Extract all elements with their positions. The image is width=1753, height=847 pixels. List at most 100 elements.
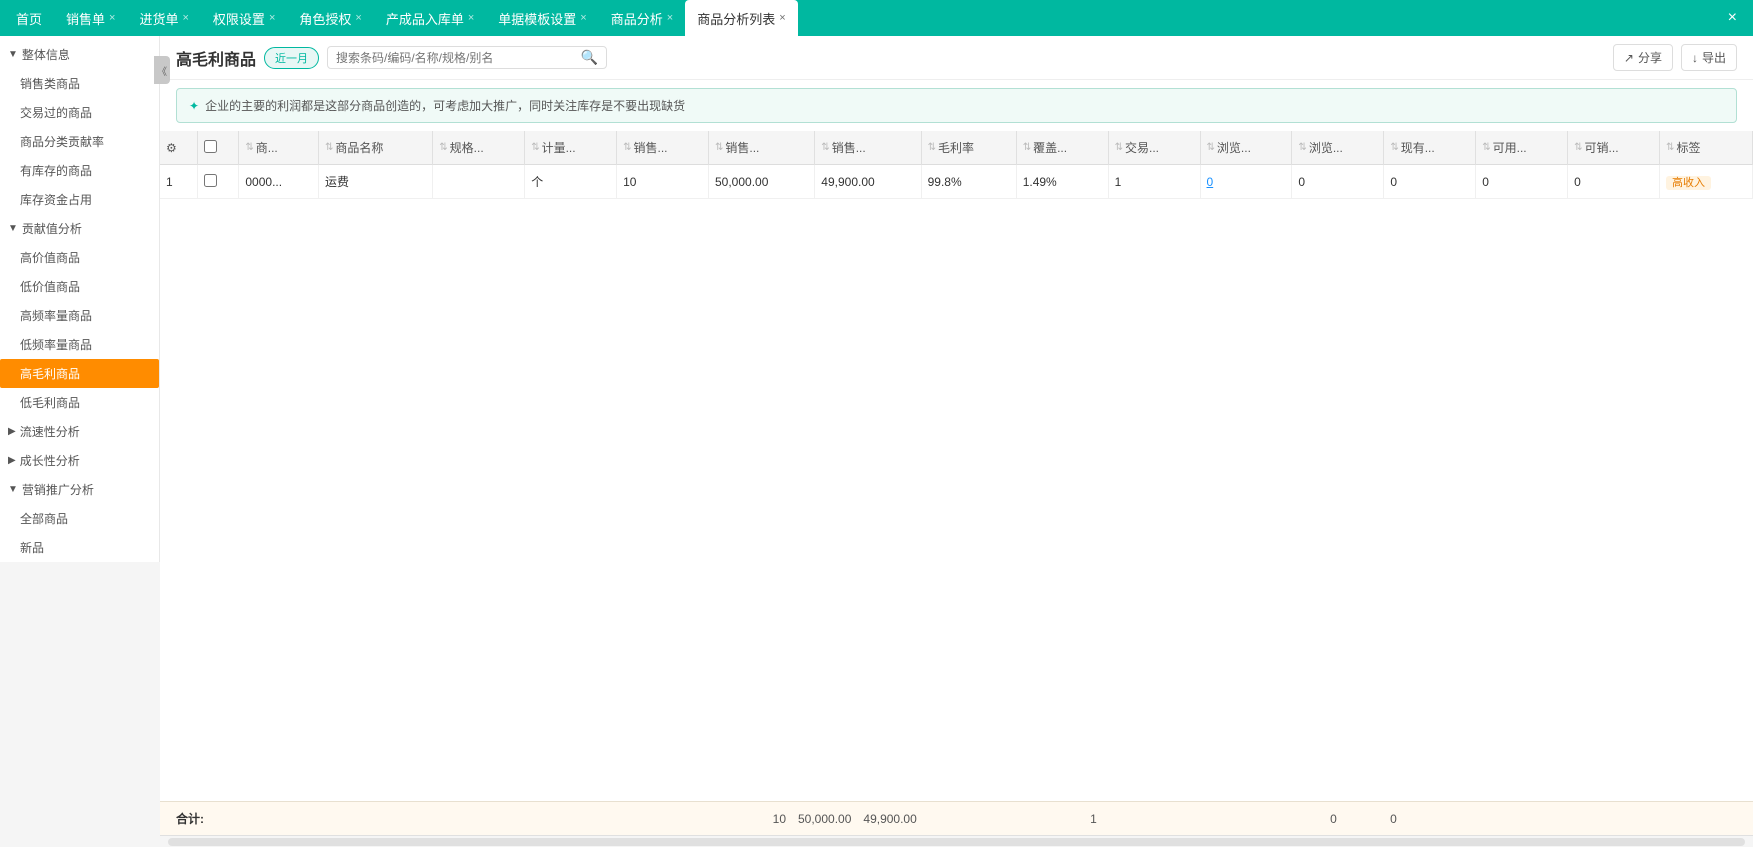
select-all-checkbox[interactable] — [204, 140, 217, 153]
nav-close-role-permissions[interactable]: × — [355, 12, 361, 24]
col-header-index[interactable]: ⚙ — [160, 131, 197, 165]
sidebar-item-high-value[interactable]: 高价值商品 — [0, 243, 159, 272]
share-icon: ↗ — [1624, 51, 1634, 65]
nav-item-product-analysis[interactable]: 商品分析 × — [599, 0, 685, 36]
tag-badge: 高收入 — [1666, 176, 1711, 190]
sidebar-collapse-button[interactable]: 《 — [154, 56, 170, 84]
close-all-button[interactable]: × — [1716, 9, 1749, 27]
col-label-coverage: 覆盖... — [1033, 139, 1067, 156]
col-header-sales-qty[interactable]: ⇅销售... — [617, 131, 709, 165]
sidebar-item-low-profit[interactable]: 低毛利商品 — [0, 388, 159, 417]
nav-item-product-entry[interactable]: 产成品入库单 × — [374, 0, 486, 36]
col-label-trade: 交易... — [1125, 139, 1159, 156]
cell-tag: 高收入 — [1660, 165, 1753, 199]
cell-sales-amount: 50,000.00 — [709, 165, 815, 199]
col-header-spec[interactable]: ⇅规格... — [433, 131, 525, 165]
footer-sales-cost: 49,900.00 — [857, 812, 922, 826]
cell-checkbox[interactable] — [197, 165, 239, 199]
col-header-tag[interactable]: ⇅标签 — [1660, 131, 1753, 165]
scrollbar-track[interactable] — [168, 838, 1745, 846]
col-header-name[interactable]: ⇅商品名称 — [318, 131, 432, 165]
sort-icon-sales-cost: ⇅ — [821, 142, 829, 153]
col-header-saleable[interactable]: ⇅可销... — [1568, 131, 1660, 165]
sidebar-item-low-value[interactable]: 低价值商品 — [0, 272, 159, 301]
cell-browse1[interactable]: 0 — [1200, 165, 1292, 199]
cell-index: 1 — [160, 165, 197, 199]
nav-item-purchase-order[interactable]: 进货单 × — [127, 0, 200, 36]
col-header-browse1[interactable]: ⇅浏览... — [1200, 131, 1292, 165]
nav-item-product-analysis-list[interactable]: 商品分析列表 × — [685, 0, 797, 36]
export-button[interactable]: ↓ 导出 — [1681, 44, 1737, 71]
col-label-sales-cost: 销售... — [832, 139, 866, 156]
flow-analysis-arrow-icon: ▶ — [8, 426, 16, 437]
col-header-checkbox[interactable] — [197, 131, 239, 165]
browse-link[interactable]: 0 — [1207, 175, 1214, 189]
nav-item-home[interactable]: 首页 — [4, 0, 54, 36]
col-label-spec: 规格... — [450, 139, 484, 156]
sidebar-item-sales-goods[interactable]: 销售类商品 — [0, 69, 159, 98]
sidebar-item-traded-goods[interactable]: 交易过的商品 — [0, 98, 159, 127]
settings-icon[interactable]: ⚙ — [166, 141, 177, 155]
cell-unit: 个 — [525, 165, 617, 199]
col-header-sales-amount[interactable]: ⇅销售... — [709, 131, 815, 165]
nav-close-permission-settings[interactable]: × — [269, 12, 275, 24]
page-title: 高毛利商品 — [176, 46, 256, 70]
col-header-browse2[interactable]: ⇅浏览... — [1292, 131, 1384, 165]
col-header-unit[interactable]: ⇅计量... — [525, 131, 617, 165]
nav-close-purchase-order[interactable]: × — [182, 12, 188, 24]
col-label-sales-amount: 销售... — [725, 139, 759, 156]
sidebar-item-inventory-goods[interactable]: 有库存的商品 — [0, 156, 159, 185]
top-nav: 首页销售单 ×进货单 ×权限设置 ×角色授权 ×产成品入库单 ×单据模板设置 ×… — [0, 0, 1753, 36]
info-banner: ✦ 企业的主要的利润都是这部分商品创造的，可考虑加大推广，同时关注库存是不要出现… — [176, 88, 1737, 123]
nav-close-sales-order[interactable]: × — [109, 12, 115, 24]
nav-close-product-entry[interactable]: × — [468, 12, 474, 24]
filter-month-button[interactable]: 近一月 — [264, 47, 319, 69]
sidebar-section-label-marketing-analysis: 营销推广分析 — [22, 481, 94, 498]
col-header-coverage[interactable]: ⇅覆盖... — [1016, 131, 1108, 165]
nav-close-product-analysis[interactable]: × — [667, 12, 673, 24]
col-header-trade[interactable]: ⇅交易... — [1108, 131, 1200, 165]
nav-close-product-analysis-list[interactable]: × — [779, 12, 785, 24]
sidebar-item-high-freq[interactable]: 高频率量商品 — [0, 301, 159, 330]
nav-item-permission-settings[interactable]: 权限设置 × — [201, 0, 287, 36]
sort-icon-trade: ⇅ — [1115, 142, 1123, 153]
export-label: 导出 — [1702, 49, 1726, 66]
sort-icon-saleable: ⇅ — [1574, 142, 1582, 153]
sidebar-item-inventory-capital[interactable]: 库存资金占用 — [0, 185, 159, 214]
share-label: 分享 — [1638, 49, 1662, 66]
sidebar-item-all-goods[interactable]: 全部商品 — [0, 504, 159, 533]
col-label-tag: 标签 — [1676, 139, 1700, 156]
financial-analysis-arrow-icon: ▼ — [8, 223, 18, 234]
nav-close-template-settings[interactable]: × — [580, 12, 586, 24]
sidebar-section-marketing-analysis[interactable]: ▼营销推广分析 — [0, 475, 159, 504]
search-icon: 🔍 — [581, 49, 598, 66]
sort-icon-sales-amount: ⇅ — [715, 142, 723, 153]
sort-icon-code: ⇅ — [245, 142, 253, 153]
col-header-sales-cost[interactable]: ⇅销售... — [815, 131, 921, 165]
footer-summary: 合计: 10 50,000.00 49,900.00 1 0 0 — [160, 801, 1753, 835]
horizontal-scrollbar[interactable] — [160, 835, 1753, 847]
sidebar-section-flow-analysis[interactable]: ▶流速性分析 — [0, 417, 159, 446]
cell-saleable: 0 — [1568, 165, 1660, 199]
nav-item-template-settings[interactable]: 单据模板设置 × — [486, 0, 598, 36]
sidebar-item-low-freq[interactable]: 低频率量商品 — [0, 330, 159, 359]
sidebar-section-financial-analysis[interactable]: ▼贡献值分析 — [0, 214, 159, 243]
sidebar-item-new-goods[interactable]: 新品 — [0, 533, 159, 562]
col-header-gross-rate[interactable]: ⇅毛利率 — [921, 131, 1016, 165]
cell-sales-cost: 49,900.00 — [815, 165, 921, 199]
col-header-code[interactable]: ⇅商... — [239, 131, 319, 165]
share-button[interactable]: ↗ 分享 — [1613, 44, 1673, 71]
col-header-available[interactable]: ⇅可用... — [1476, 131, 1568, 165]
col-label-gross-rate: 毛利率 — [938, 139, 974, 156]
footer-label: 合计: — [176, 810, 204, 827]
row-checkbox[interactable] — [204, 174, 217, 187]
col-header-current[interactable]: ⇅现有... — [1384, 131, 1476, 165]
nav-item-sales-order[interactable]: 销售单 × — [54, 0, 127, 36]
sidebar-section-overall-info[interactable]: ▼整体信息 — [0, 40, 159, 69]
sidebar-section-growth-analysis[interactable]: ▶成长性分析 — [0, 446, 159, 475]
nav-item-role-permissions[interactable]: 角色授权 × — [287, 0, 373, 36]
sidebar-item-high-profit[interactable]: 高毛利商品 — [0, 359, 159, 388]
search-input[interactable] — [336, 51, 581, 65]
sidebar-item-goods-analysis-rate[interactable]: 商品分类贡献率 — [0, 127, 159, 156]
table-container[interactable]: ⚙⇅商...⇅商品名称⇅规格...⇅计量...⇅销售...⇅销售...⇅销售..… — [160, 131, 1753, 801]
